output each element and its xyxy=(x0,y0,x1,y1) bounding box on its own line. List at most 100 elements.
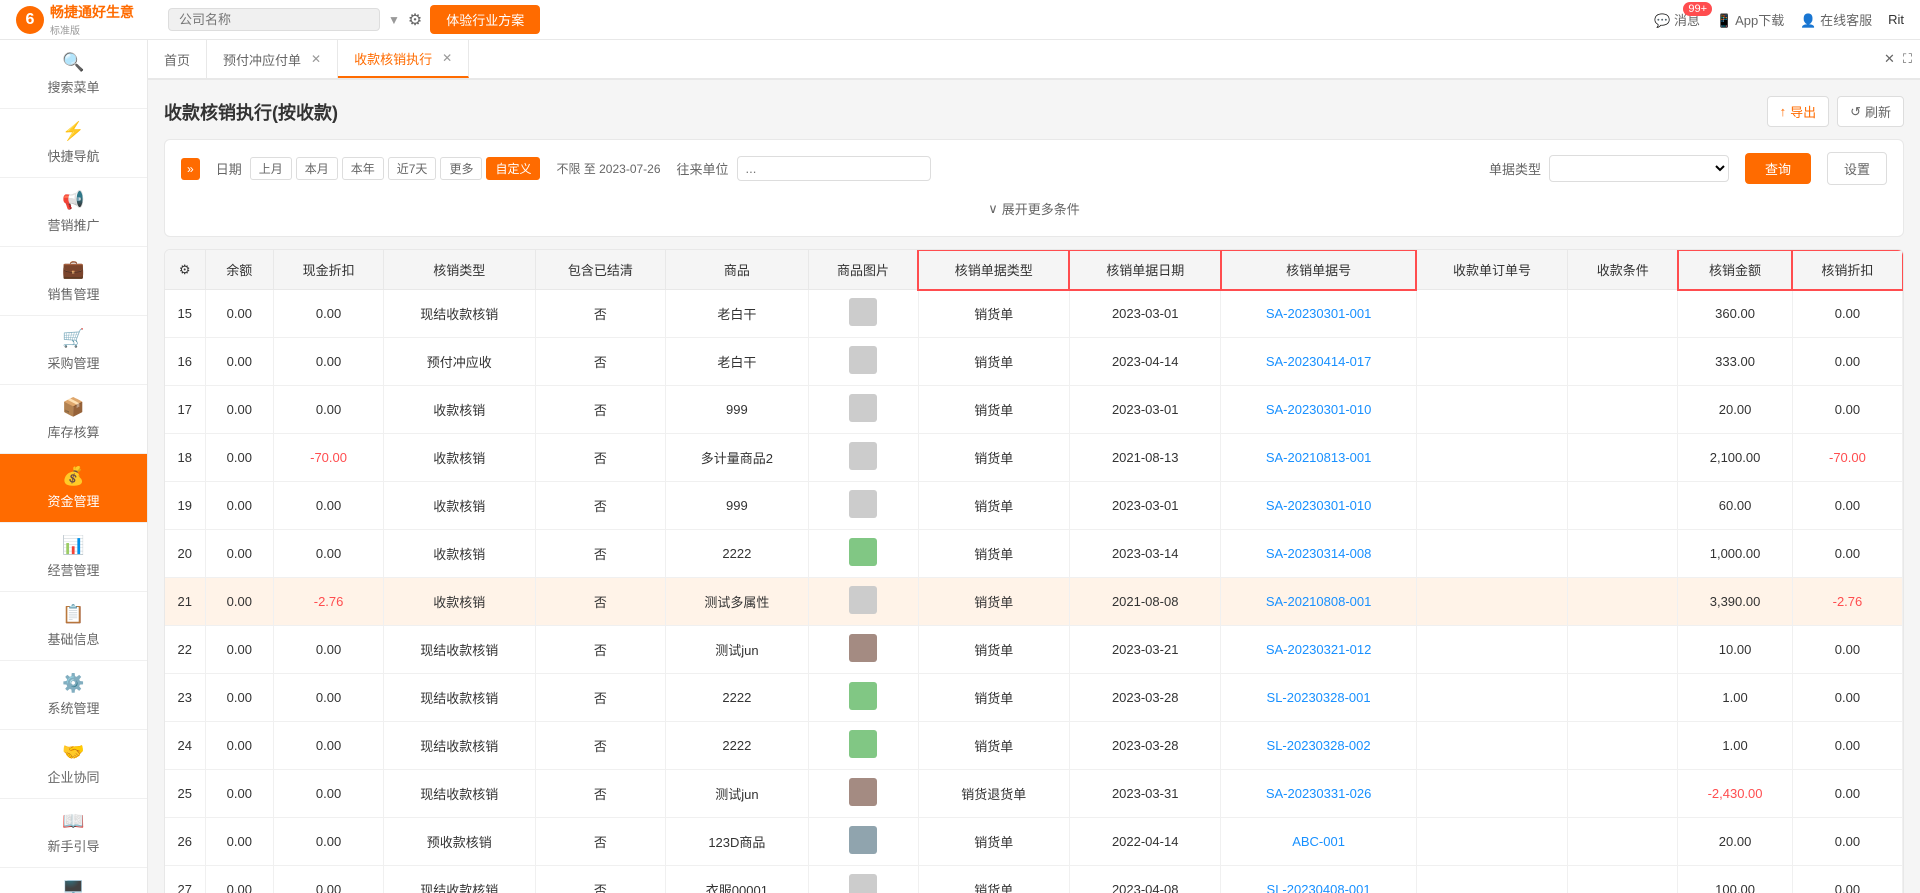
sidebar-label-operations: 经营管理 xyxy=(47,560,99,579)
filter-voucher-type-select[interactable] xyxy=(1549,155,1729,182)
cell-voucher-no[interactable]: SA-20210813-001 xyxy=(1221,434,1416,482)
cell-goods-img xyxy=(808,434,918,482)
cell-goods: 测试jun xyxy=(666,626,808,674)
sidebar-item-purchase[interactable]: 🛒 采购管理 xyxy=(0,316,147,385)
cell-type: 收款核销 xyxy=(384,578,535,626)
sidebar-item-sales[interactable]: 💼 销售管理 xyxy=(0,247,147,316)
refresh-icon: ↺ xyxy=(1850,104,1861,120)
sidebar-label-sales: 销售管理 xyxy=(47,284,99,303)
cell-voucher-no[interactable]: SA-20230414-017 xyxy=(1221,338,1416,386)
app-name: 畅捷通好生意 xyxy=(50,2,134,22)
sidebar-item-marketing[interactable]: 📢 营销推广 xyxy=(0,178,147,247)
sidebar-item-hardware[interactable]: 🖥️ 智能硬件 xyxy=(0,868,147,893)
cell-id: 18 xyxy=(165,434,205,482)
app-download-btn[interactable]: 📱 App下载 xyxy=(1716,10,1784,29)
logo-icon: 6 xyxy=(16,6,44,34)
date-btn-custom[interactable]: 自定义 xyxy=(486,157,540,180)
tab-receipt-close[interactable]: ✕ xyxy=(442,51,452,65)
message-btn[interactable]: 💬 消息 99+ xyxy=(1654,10,1700,29)
voucher-no-link: SA-20230314-008 xyxy=(1266,546,1372,561)
cell-receipt-order xyxy=(1416,722,1567,770)
cell-id: 24 xyxy=(165,722,205,770)
cell-voucher-no[interactable]: SA-20230314-008 xyxy=(1221,530,1416,578)
cell-receipt-cond xyxy=(1568,578,1678,626)
finance-icon: 💰 xyxy=(62,466,84,487)
sidebar-item-system[interactable]: ⚙️ 系统管理 xyxy=(0,661,147,730)
filter-partner-item: 往来单位 xyxy=(677,156,931,181)
cell-discount: 0.00 xyxy=(1792,386,1902,434)
voucher-no-link: SA-20230301-010 xyxy=(1266,498,1372,513)
cell-goods-img xyxy=(808,386,918,434)
app-version: 标准版 xyxy=(50,22,134,37)
tab-home[interactable]: 首页 xyxy=(148,40,207,78)
sidebar-item-basics[interactable]: 📋 基础信息 xyxy=(0,592,147,661)
tab-prepay[interactable]: 预付冲应付单 ✕ xyxy=(207,40,338,78)
cell-voucher-no[interactable]: SA-20230321-012 xyxy=(1221,626,1416,674)
cell-voucher-type: 销货单 xyxy=(918,482,1069,530)
sidebar-item-inventory[interactable]: 📦 库存核算 xyxy=(0,385,147,454)
tab-close-all-icon[interactable]: ✕ xyxy=(1884,51,1895,67)
export-button[interactable]: ↑ 导出 xyxy=(1767,96,1830,127)
cell-balance: 0.00 xyxy=(205,626,274,674)
voucher-no-link: SA-20230331-026 xyxy=(1266,786,1372,801)
cell-type: 现结收款核销 xyxy=(384,674,535,722)
settings-button[interactable]: 设置 xyxy=(1827,152,1887,185)
sidebar-item-collab[interactable]: 🤝 企业协同 xyxy=(0,730,147,799)
cell-included: 否 xyxy=(535,482,666,530)
table-row: 18 0.00 -70.00 收款核销 否 多计量商品2 销货单 2021-08… xyxy=(165,434,1903,482)
date-btn-more[interactable]: 更多 xyxy=(440,157,482,180)
cell-voucher-no[interactable]: SL-20230328-002 xyxy=(1221,722,1416,770)
filter-voucher-type-label: 单据类型 xyxy=(1489,159,1541,178)
filter-date-range-item: 不限 至 2023-07-26 xyxy=(556,160,660,177)
cell-goods: 老白干 xyxy=(666,338,808,386)
cell-voucher-no[interactable]: SA-20230301-001 xyxy=(1221,290,1416,338)
cell-id: 26 xyxy=(165,818,205,866)
cell-goods: 老白干 xyxy=(666,290,808,338)
date-btn-this-month[interactable]: 本月 xyxy=(296,157,338,180)
main-table: ⚙ 余额 现金折扣 核销类型 包含已结清 商品 商品图片 核销单据类型 核销单据… xyxy=(165,250,1903,893)
sidebar-item-finance[interactable]: 💰 资金管理 xyxy=(0,454,147,523)
user-name[interactable]: Rit xyxy=(1888,12,1904,27)
cell-voucher-date: 2021-08-13 xyxy=(1069,434,1220,482)
online-service-btn[interactable]: 👤 在线客服 xyxy=(1800,10,1872,29)
cell-amount: 333.00 xyxy=(1678,338,1793,386)
expand-conditions-btn[interactable]: ∨ 展开更多条件 xyxy=(988,193,1080,224)
tab-receipt[interactable]: 收款核销执行 ✕ xyxy=(338,40,469,78)
sidebar-label-basics: 基础信息 xyxy=(47,629,99,648)
cell-goods-img xyxy=(808,674,918,722)
cell-voucher-no[interactable]: SL-20230328-001 xyxy=(1221,674,1416,722)
query-button[interactable]: 查询 xyxy=(1745,153,1811,184)
sidebar-label-finance: 资金管理 xyxy=(47,491,99,510)
cell-amount: 20.00 xyxy=(1678,818,1793,866)
cell-cash-discount: 0.00 xyxy=(274,770,384,818)
tab-prepay-close[interactable]: ✕ xyxy=(311,52,321,66)
refresh-button[interactable]: ↺ 刷新 xyxy=(1837,96,1904,127)
company-selector[interactable] xyxy=(168,8,380,31)
cell-goods-img xyxy=(808,482,918,530)
solution-button[interactable]: 体验行业方案 xyxy=(430,5,540,34)
sidebar-item-search[interactable]: 🔍 搜索菜单 xyxy=(0,40,147,109)
cell-voucher-no[interactable]: SA-20230331-026 xyxy=(1221,770,1416,818)
filter-partner-input[interactable] xyxy=(737,156,931,181)
cell-receipt-cond xyxy=(1568,434,1678,482)
cell-voucher-no[interactable]: SA-20230301-010 xyxy=(1221,482,1416,530)
cell-voucher-no[interactable]: SL-20230408-001 xyxy=(1221,866,1416,893)
sidebar-item-quick[interactable]: ⚡ 快捷导航 xyxy=(0,109,147,178)
date-btn-this-year[interactable]: 本年 xyxy=(342,157,384,180)
cell-voucher-no[interactable]: SA-20210808-001 xyxy=(1221,578,1416,626)
table-row: 22 0.00 0.00 现结收款核销 否 测试jun 销货单 2023-03-… xyxy=(165,626,1903,674)
company-dropdown-icon[interactable]: ▼ xyxy=(388,13,400,27)
cell-balance: 0.00 xyxy=(205,290,274,338)
col-gear[interactable]: ⚙ xyxy=(165,250,205,290)
tab-maximize-icon[interactable]: ⛶ xyxy=(1903,51,1912,67)
date-btn-7days[interactable]: 近7天 xyxy=(388,157,437,180)
cell-voucher-no[interactable]: SA-20230301-010 xyxy=(1221,386,1416,434)
date-btn-last-month[interactable]: 上月 xyxy=(250,157,292,180)
cell-voucher-no[interactable]: ABC-001 xyxy=(1221,818,1416,866)
filter-collapse-btn[interactable]: » xyxy=(181,158,200,180)
cell-included: 否 xyxy=(535,770,666,818)
cell-cash-discount: 0.00 xyxy=(274,530,384,578)
settings-gear-icon[interactable]: ⚙ xyxy=(408,10,422,30)
sidebar-item-guide[interactable]: 📖 新手引导 xyxy=(0,799,147,868)
sidebar-item-operations[interactable]: 📊 经营管理 xyxy=(0,523,147,592)
